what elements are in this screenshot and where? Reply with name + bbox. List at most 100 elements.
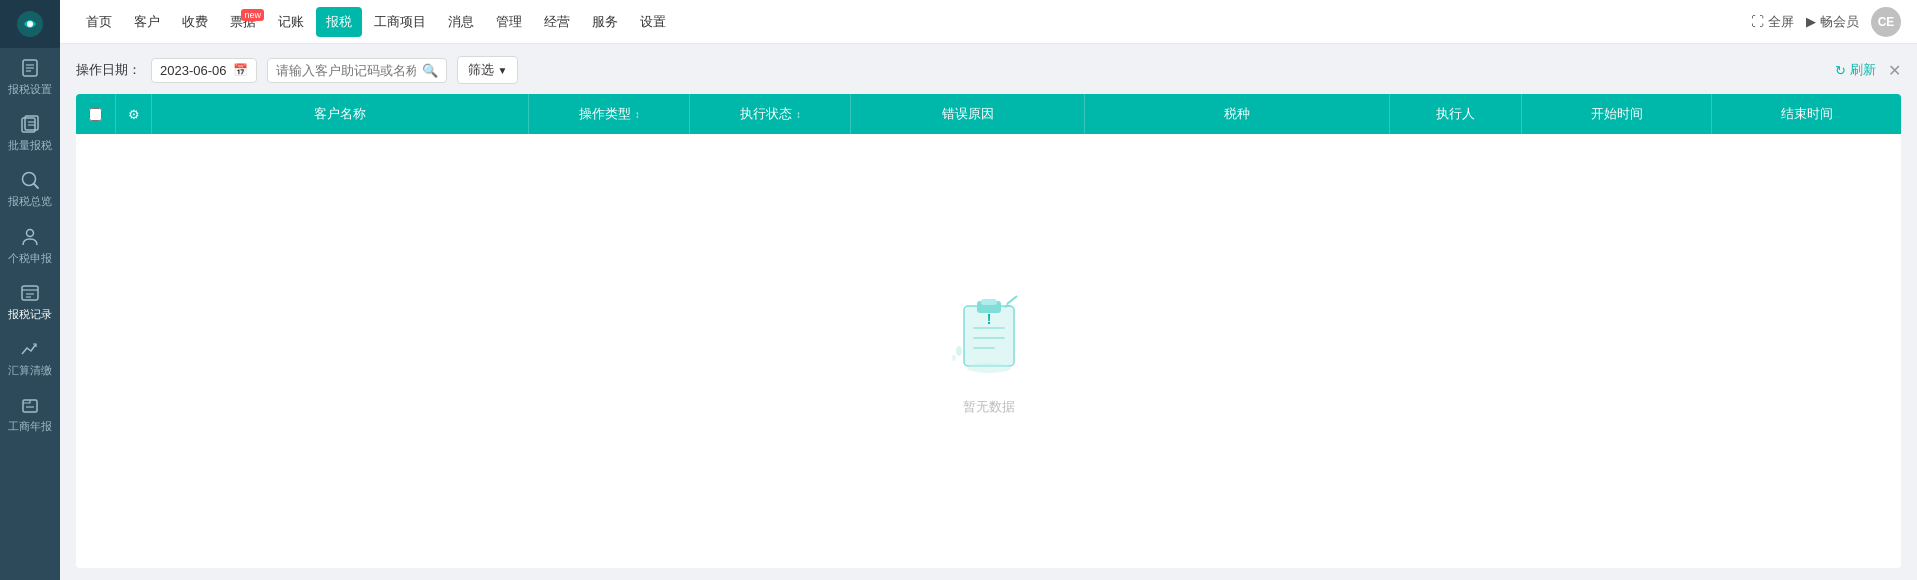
fullscreen-button[interactable]: ⛶ 全屏 [1751, 13, 1794, 31]
tax-summary-icon [18, 168, 42, 192]
nav-label: 消息 [448, 14, 474, 29]
sidebar-item-label: 报税设置 [8, 83, 52, 96]
svg-point-1 [27, 21, 33, 27]
filter-button[interactable]: 筛选 ▼ [457, 56, 519, 84]
nav-label: 首页 [86, 14, 112, 29]
sidebar-item-label: 汇算清缴 [8, 364, 52, 377]
th-tax-type: 税种 [1085, 94, 1390, 134]
filter-label: 筛选 [468, 61, 494, 79]
member-label: 畅会员 [1820, 13, 1859, 31]
video-icon: ▶ [1806, 14, 1816, 29]
close-button[interactable]: ✕ [1888, 61, 1901, 80]
nav-item-service[interactable]: 服务 [582, 7, 628, 37]
svg-point-30 [967, 363, 1011, 373]
svg-point-29 [952, 355, 956, 361]
tax-settings-icon [18, 56, 42, 80]
table-body: ! 暂无数据 [76, 134, 1901, 568]
sidebar-item-label: 批量报税 [8, 139, 52, 152]
nav-item-home[interactable]: 首页 [76, 7, 122, 37]
individual-tax-icon [18, 225, 42, 249]
fullscreen-icon: ⛶ [1751, 14, 1764, 29]
th-op-type[interactable]: 操作类型 ↕ [529, 94, 690, 134]
sidebar: 报税设置 批量报税 报税总览 个税申报 [0, 0, 60, 580]
sidebar-item-batch-tax[interactable]: 批量报税 [4, 104, 56, 160]
nav-item-tax[interactable]: 报税 [316, 7, 362, 37]
nav-label: 设置 [640, 14, 666, 29]
search-icon: 🔍 [422, 63, 438, 78]
search-box: 🔍 [267, 58, 447, 83]
topnav: 首页 客户 收费票据new 记账 报税 工商项目 消息 管理 经营 服务 设置 ⛶ 全屏 ▶ 畅会员… [60, 0, 1917, 44]
fullscreen-label: 全屏 [1768, 13, 1794, 31]
content-area: 操作日期： 2023-06-06 📅 🔍 筛选 ▼ ↻ 刷新 ✕ [60, 44, 1917, 580]
tax-record-icon [18, 281, 42, 305]
sidebar-logo[interactable] [0, 0, 60, 48]
nav-item-bookkeeping[interactable]: 记账 [268, 7, 314, 37]
settlement-icon [18, 337, 42, 361]
th-ex-status[interactable]: 执行状态 ↕ [690, 94, 851, 134]
th-checkbox[interactable] [76, 94, 116, 134]
chevron-down-icon: ▼ [498, 65, 508, 76]
nav-item-manage[interactable]: 管理 [486, 7, 532, 37]
refresh-icon: ↻ [1835, 63, 1846, 78]
refresh-button[interactable]: ↻ 刷新 [1835, 61, 1876, 79]
svg-text:!: ! [986, 311, 991, 327]
toolbar-right: ↻ 刷新 ✕ [1835, 61, 1901, 80]
empty-text: 暂无数据 [963, 398, 1015, 416]
nav-item-billing[interactable]: 收费 [172, 7, 218, 37]
annual-report-icon [18, 393, 42, 417]
nav-item-operations[interactable]: 经营 [534, 7, 580, 37]
nav-label: 报税 [326, 14, 352, 29]
date-picker[interactable]: 2023-06-06 📅 [151, 58, 257, 83]
main-area: 首页 客户 收费票据new 记账 报税 工商项目 消息 管理 经营 服务 设置 ⛶ 全屏 ▶ 畅会员… [60, 0, 1917, 580]
search-input[interactable] [276, 63, 416, 78]
th-executor: 执行人 [1390, 94, 1522, 134]
sort-icon: ↕ [635, 109, 640, 120]
nav-label: 管理 [496, 14, 522, 29]
sidebar-item-settlement[interactable]: 汇算清缴 [4, 329, 56, 385]
sidebar-item-tax-settings[interactable]: 报税设置 [4, 48, 56, 104]
settings-icon: ⚙ [128, 107, 140, 122]
nav-label: 收费 [182, 14, 208, 29]
svg-point-28 [956, 346, 962, 356]
nav-item-settings[interactable]: 设置 [630, 7, 676, 37]
date-value: 2023-06-06 [160, 63, 227, 78]
svg-rect-13 [22, 286, 38, 300]
date-label: 操作日期： [76, 61, 141, 79]
nav-item-customer[interactable]: 客户 [124, 7, 170, 37]
nav-label: 工商项目 [374, 14, 426, 29]
refresh-label: 刷新 [1850, 61, 1876, 79]
th-start-time: 开始时间 [1522, 94, 1712, 134]
sidebar-item-tax-summary[interactable]: 报税总览 [4, 160, 56, 216]
nav-item-invoice[interactable]: 票据new [220, 7, 266, 37]
th-customer-name: 客户名称 [152, 94, 529, 134]
topnav-right: ⛶ 全屏 ▶ 畅会员 CE [1751, 7, 1901, 37]
svg-rect-21 [981, 299, 997, 305]
member-button[interactable]: ▶ 畅会员 [1806, 13, 1859, 31]
nav-label: 经营 [544, 14, 570, 29]
sidebar-item-label: 报税记录 [8, 308, 52, 321]
nav-item-message[interactable]: 消息 [438, 7, 484, 37]
th-settings[interactable]: ⚙ [116, 94, 152, 134]
nav-label: 服务 [592, 14, 618, 29]
sidebar-item-annual-report[interactable]: 工商年报 [4, 385, 56, 441]
sidebar-item-label: 工商年报 [8, 420, 52, 433]
toolbar: 操作日期： 2023-06-06 📅 🔍 筛选 ▼ ↻ 刷新 ✕ [76, 56, 1901, 84]
th-end-time: 结束时间 [1712, 94, 1901, 134]
sidebar-item-individual-tax[interactable]: 个税申报 [4, 217, 56, 273]
nav-label: 记账 [278, 14, 304, 29]
sidebar-item-label: 报税总览 [8, 195, 52, 208]
table-header: ⚙ 客户名称 操作类型 ↕ 执行状态 ↕ 错误原因 税种 [76, 94, 1901, 134]
new-badge: new [241, 9, 264, 22]
nav-item-business[interactable]: 工商项目 [364, 7, 436, 37]
svg-point-12 [27, 229, 34, 236]
table-container: ⚙ 客户名称 操作类型 ↕ 执行状态 ↕ 错误原因 税种 [76, 94, 1901, 568]
svg-line-11 [34, 184, 38, 188]
sidebar-item-label: 个税申报 [8, 252, 52, 265]
sort-icon: ↕ [796, 109, 801, 120]
select-all-checkbox[interactable] [89, 108, 102, 121]
user-avatar[interactable]: CE [1871, 7, 1901, 37]
nav-label: 客户 [134, 14, 160, 29]
calendar-icon: 📅 [233, 63, 248, 77]
sidebar-item-tax-record[interactable]: 报税记录 [4, 273, 56, 329]
empty-illustration: ! [939, 286, 1039, 386]
